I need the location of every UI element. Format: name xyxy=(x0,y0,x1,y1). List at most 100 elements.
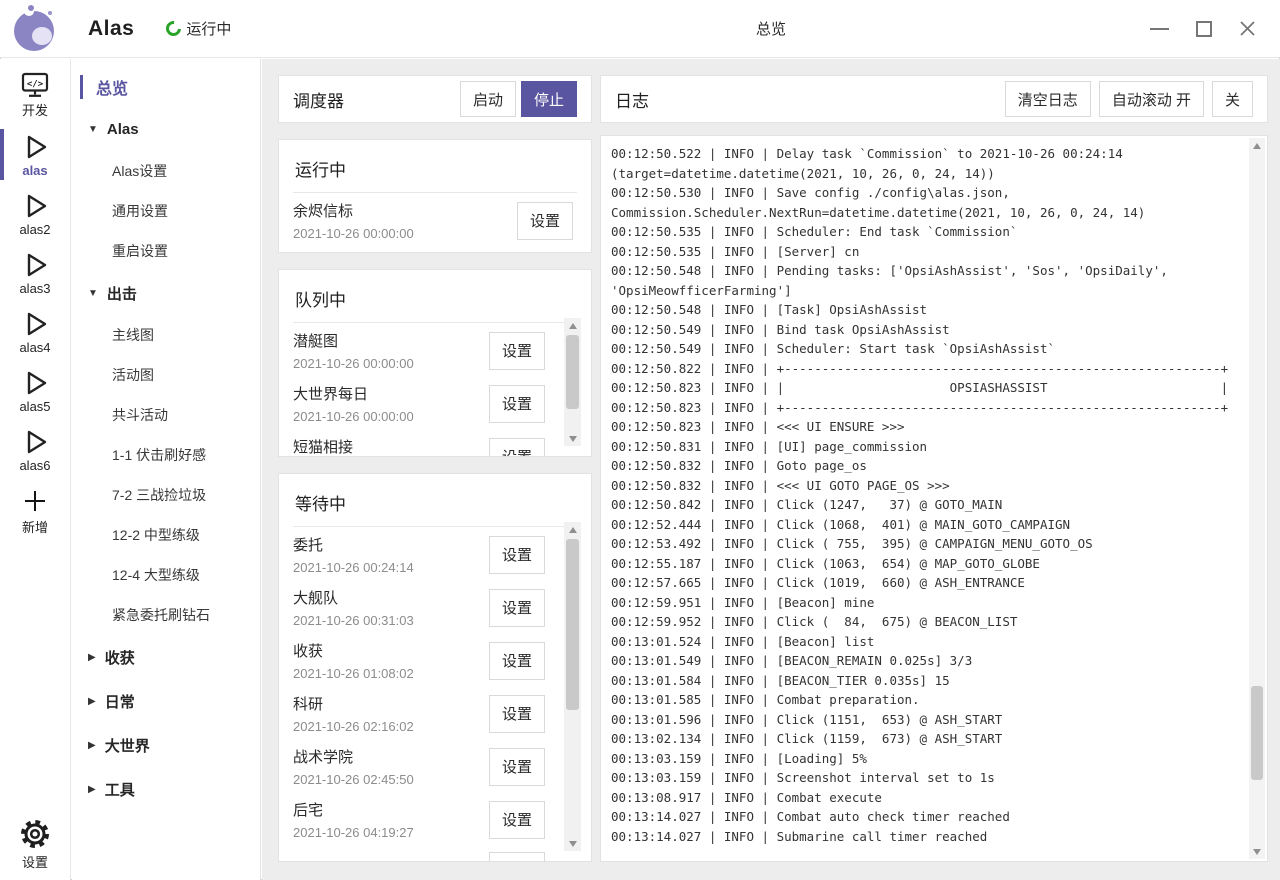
menu-item-label: 日常 xyxy=(105,691,135,712)
log-line: 00:12:50.548 | INFO | [Task] OpsiAshAssi… xyxy=(611,300,1237,320)
sidebar-item-label: 设置 xyxy=(22,852,48,871)
window-controls xyxy=(1150,20,1280,37)
menu-item[interactable]: 活动图 xyxy=(72,355,260,395)
clear-log-button[interactable]: 清空日志 xyxy=(1005,81,1091,117)
task-setting-button[interactable]: 设置 xyxy=(489,642,545,680)
menu-item[interactable]: 主线图 xyxy=(72,315,260,355)
task-setting-button[interactable]: 设置 xyxy=(517,202,573,240)
sidebar-item-settings[interactable]: 设置 xyxy=(0,811,70,876)
minimize-icon[interactable] xyxy=(1150,28,1169,30)
menu-item[interactable]: ▼ 出击 xyxy=(72,271,260,315)
menu-item[interactable]: 共斗活动 xyxy=(72,395,260,435)
task-setting-button[interactable]: 设置 xyxy=(489,385,545,423)
sidebar-item-alas[interactable]: alas xyxy=(0,126,70,183)
task-setting-button[interactable]: 设置 xyxy=(489,332,545,370)
menu-item-label: 紧急委托刷钻石 xyxy=(112,605,210,625)
task-setting-button[interactable]: 设置 xyxy=(489,536,545,574)
scroll-down-icon[interactable] xyxy=(564,431,581,446)
log-line: 00:12:59.951 | INFO | [Beacon] mine xyxy=(611,593,1237,613)
close-icon[interactable] xyxy=(1239,20,1256,37)
autoscroll-on-button[interactable]: 自动滚动 开 xyxy=(1099,81,1204,117)
autoscroll-off-button[interactable]: 关 xyxy=(1212,81,1253,117)
menu-item-label: 1-1 伏击刷好感 xyxy=(112,445,206,465)
scrollbar-thumb[interactable] xyxy=(566,539,579,710)
task-next-run-time: 2021-10-26 00:00:00 xyxy=(293,226,517,241)
app-title: Alas xyxy=(88,17,134,41)
sidebar-item-dev[interactable]: </> 开发 xyxy=(0,65,70,124)
task-setting-button[interactable]: 设置 xyxy=(489,748,545,786)
menu-item[interactable]: ▶ 日常 xyxy=(72,679,260,723)
scrollbar-thumb[interactable] xyxy=(1251,686,1263,780)
menu-item[interactable]: 12-4 大型练级 xyxy=(72,555,260,595)
scheduler-stop-button[interactable]: 停止 xyxy=(521,81,577,117)
log-scrollbar[interactable] xyxy=(1249,138,1265,859)
main-content: 调度器 启动 停止 运行中 余烬信标 2021-10-26 00:00:00 xyxy=(262,59,1280,880)
sidebar-item-alas2[interactable]: alas2 xyxy=(0,185,70,242)
log-line: 00:12:55.187 | INFO | Click (1063, 654) … xyxy=(611,554,1237,574)
sidebar-item-alas3[interactable]: alas3 xyxy=(0,244,70,301)
scroll-down-icon[interactable] xyxy=(564,836,581,851)
menu-item[interactable]: ▼ Alas xyxy=(72,107,260,151)
log-line: 00:13:02.134 | INFO | Click (1159, 673) … xyxy=(611,729,1237,749)
log-line: 00:12:57.665 | INFO | Click (1019, 660) … xyxy=(611,573,1237,593)
menu-item[interactable]: 7-2 三战捡垃圾 xyxy=(72,475,260,515)
task-row: 战术学院 2021-10-26 02:45:50 设置 xyxy=(293,739,549,792)
menu-item-label: Alas xyxy=(107,121,139,138)
play-icon xyxy=(20,427,50,457)
waiting-scrollbar[interactable] xyxy=(564,522,581,851)
log-line: 00:13:08.917 | INFO | Combat execute xyxy=(611,788,1237,808)
section-arrow-icon: ▶ xyxy=(88,740,96,751)
menu-item[interactable]: 重启设置 xyxy=(72,231,260,271)
menu-item[interactable]: 1-1 伏击刷好感 xyxy=(72,435,260,475)
sidebar-item-alas4[interactable]: alas4 xyxy=(0,303,70,360)
menu-item-label: 工具 xyxy=(105,779,135,800)
log-line: 00:13:01.524 | INFO | [Beacon] list xyxy=(611,632,1237,652)
sidebar-item-label: alas5 xyxy=(19,399,50,414)
task-setting-button[interactable]: 设置 xyxy=(489,695,545,733)
scheduler-column: 调度器 启动 停止 运行中 余烬信标 2021-10-26 00:00:00 xyxy=(278,75,592,862)
section-arrow-icon: ▶ xyxy=(88,696,96,707)
log-line: 00:12:50.823 | INFO | <<< UI ENSURE >>> xyxy=(611,417,1237,437)
menu-item[interactable]: ▶ 大世界 xyxy=(72,723,260,767)
task-row: 商店购买 设置 xyxy=(293,845,549,862)
menu-item-label: 7-2 三战捡垃圾 xyxy=(112,485,206,505)
log-line: 00:12:50.530 | INFO | Save config ./conf… xyxy=(611,183,1237,203)
instance-sidebar: </> 开发 alas alas2 alas3 xyxy=(0,59,71,880)
log-column: 日志 清空日志 自动滚动 开 关 00:12:50.522 | INFO | D… xyxy=(600,75,1268,862)
task-name: 大世界每日 xyxy=(293,383,489,404)
task-setting-button[interactable]: 设置 xyxy=(489,438,545,458)
task-setting-button[interactable]: 设置 xyxy=(489,801,545,839)
menu-item[interactable]: Alas设置 xyxy=(72,151,260,191)
task-next-run-time: 2021-10-26 02:16:02 xyxy=(293,719,489,734)
scroll-up-icon[interactable] xyxy=(564,522,581,537)
scrollbar-thumb[interactable] xyxy=(566,335,579,409)
log-line: Commission.Scheduler.NextRun=datetime.da… xyxy=(611,203,1237,223)
sidebar-item-add-instance[interactable]: 新增 xyxy=(0,480,70,541)
scroll-up-icon[interactable] xyxy=(1249,138,1265,153)
log-line: (target=datetime.datetime(2021, 10, 26, … xyxy=(611,164,1237,184)
sidebar-item-alas5[interactable]: alas5 xyxy=(0,362,70,419)
sidebar-item-label: alas4 xyxy=(19,340,50,355)
menu-item[interactable]: 12-2 中型练级 xyxy=(72,515,260,555)
sidebar-item-alas6[interactable]: alas6 xyxy=(0,421,70,478)
running-spinner-icon xyxy=(163,18,184,39)
log-line: 'OpsiMeowfficerFarming'] xyxy=(611,281,1237,301)
maximize-icon[interactable] xyxy=(1196,21,1212,37)
menu-item-label: 12-4 大型练级 xyxy=(112,565,200,585)
pending-scrollbar[interactable] xyxy=(564,318,581,446)
scheduler-start-button[interactable]: 启动 xyxy=(460,81,516,117)
menu-item-label: 主线图 xyxy=(112,325,154,345)
task-setting-button[interactable]: 设置 xyxy=(489,589,545,627)
app-window: Alas 运行中 总览 </> 开发 xyxy=(0,0,1280,880)
menu-item[interactable]: ▶ 收获 xyxy=(72,635,260,679)
menu-item[interactable]: 总览 xyxy=(72,67,260,107)
menu-item[interactable]: 通用设置 xyxy=(72,191,260,231)
log-output[interactable]: 00:12:50.522 | INFO | Delay task `Commis… xyxy=(611,144,1237,846)
menu-sidebar: 总览 ▼ Alas Alas设置 通用设置 重启设置 ▼ xyxy=(72,59,261,880)
scroll-down-icon[interactable] xyxy=(1249,844,1265,859)
scroll-up-icon[interactable] xyxy=(564,318,581,333)
task-setting-button[interactable]: 设置 xyxy=(489,852,545,862)
running-task-list: 余烬信标 2021-10-26 00:00:00 设置 xyxy=(293,193,577,246)
menu-item[interactable]: 紧急委托刷钻石 xyxy=(72,595,260,635)
menu-item[interactable]: ▶ 工具 xyxy=(72,767,260,811)
